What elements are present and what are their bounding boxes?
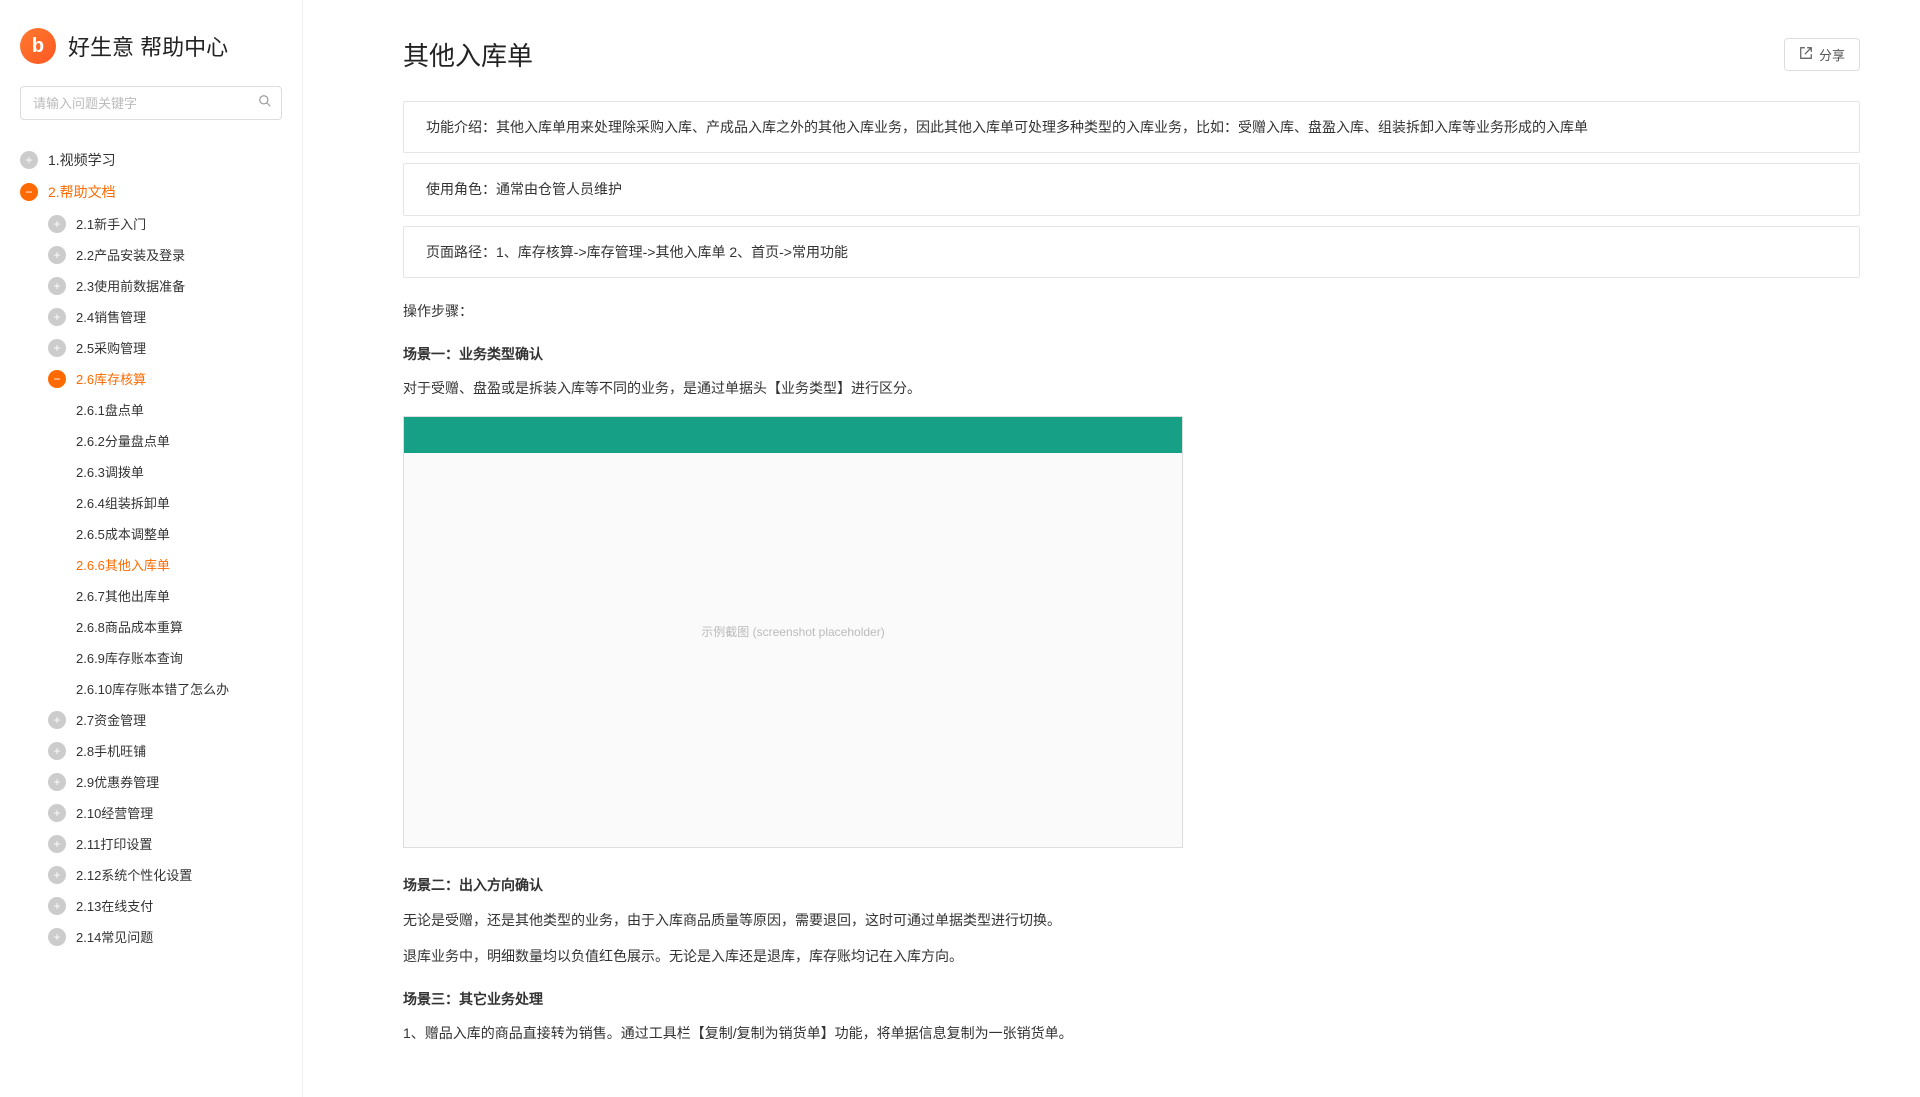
- info-text: 1、库存核算->库存管理->其他入库单 2、首页->常用功能: [496, 244, 848, 260]
- nav-item-269[interactable]: 2.6.9库存账本查询: [76, 642, 282, 673]
- nav-item-214[interactable]: +2.14常见问题: [48, 921, 282, 952]
- share-label: 分享: [1819, 45, 1845, 64]
- scene3-title: 场景三：其它业务处理: [403, 986, 1860, 1013]
- page-title: 其他入库单: [403, 36, 533, 73]
- info-label: 使用角色：: [426, 181, 496, 197]
- nav-item-267[interactable]: 2.6.7其他出库单: [76, 580, 282, 611]
- scene2-title: 场景二：出入方向确认: [403, 872, 1860, 899]
- nav-item-27[interactable]: +2.7资金管理: [48, 704, 282, 735]
- minus-icon: −: [48, 370, 66, 388]
- nav-item-268[interactable]: 2.6.8商品成本重算: [76, 611, 282, 642]
- nav-item-210[interactable]: +2.10经营管理: [48, 797, 282, 828]
- nav-item-video[interactable]: +1.视频学习: [20, 144, 282, 176]
- nav-item-29[interactable]: +2.9优惠券管理: [48, 766, 282, 797]
- nav-item-212[interactable]: +2.12系统个性化设置: [48, 859, 282, 890]
- plus-icon: +: [20, 151, 38, 169]
- nav-item-21[interactable]: +2.1新手入门: [48, 208, 282, 239]
- search-input[interactable]: [20, 86, 282, 120]
- scene1-title: 场景一：业务类型确认: [403, 341, 1860, 368]
- nav-label: 1.视频学习: [48, 150, 116, 170]
- nav-item-265[interactable]: 2.6.5成本调整单: [76, 518, 282, 549]
- nav-item-23[interactable]: +2.3使用前数据准备: [48, 270, 282, 301]
- nav-label: 2.帮助文档: [48, 182, 116, 202]
- nav-item-22[interactable]: +2.2产品安装及登录: [48, 239, 282, 270]
- minus-icon: −: [20, 183, 38, 201]
- nav-item-24[interactable]: +2.4销售管理: [48, 301, 282, 332]
- logo: b 好生意 帮助中心: [20, 28, 282, 64]
- nav-item-213[interactable]: +2.13在线支付: [48, 890, 282, 921]
- info-label: 页面路径：: [426, 244, 496, 260]
- info-text: 其他入库单用来处理除采购入库、产成品入库之外的其他入库业务，因此其他入库单可处理…: [496, 119, 1588, 135]
- info-text: 通常由仓管人员维护: [496, 181, 622, 197]
- nav-item-264[interactable]: 2.6.4组装拆卸单: [76, 487, 282, 518]
- article-body: 操作步骤： 场景一：业务类型确认 对于受赠、盘盈或是拆装入库等不同的业务，是通过…: [403, 298, 1860, 1047]
- share-icon: [1799, 46, 1813, 63]
- info-label: 功能介绍：: [426, 119, 496, 135]
- nav-item-2610[interactable]: 2.6.10库存账本错了怎么办: [76, 673, 282, 704]
- sidebar: b 好生意 帮助中心 +1.视频学习 −2.帮助文档 +2.1新手入门 +2.2…: [0, 0, 303, 1097]
- scene1-text: 对于受赠、盘盈或是拆装入库等不同的业务，是通过单据头【业务类型】进行区分。: [403, 375, 1860, 402]
- nav-tree: +1.视频学习 −2.帮助文档 +2.1新手入门 +2.2产品安装及登录 +2.…: [20, 144, 282, 952]
- scene3-p1: 1、赠品入库的商品直接转为销售。通过工具栏【复制/复制为销货单】功能，将单据信息…: [403, 1020, 1860, 1047]
- nav-item-211[interactable]: +2.11打印设置: [48, 828, 282, 859]
- nav-item-266[interactable]: 2.6.6其他入库单: [76, 549, 282, 580]
- nav-item-26[interactable]: −2.6库存核算: [48, 363, 282, 394]
- share-button[interactable]: 分享: [1784, 38, 1860, 71]
- search-box: [20, 86, 282, 120]
- nav-item-28[interactable]: +2.8手机旺铺: [48, 735, 282, 766]
- nav-item-help-docs[interactable]: −2.帮助文档: [20, 176, 282, 208]
- nav-item-263[interactable]: 2.6.3调拨单: [76, 456, 282, 487]
- logo-text: 好生意 帮助中心: [68, 30, 228, 62]
- search-icon[interactable]: [258, 94, 272, 111]
- logo-icon: b: [20, 28, 56, 64]
- info-box-intro: 功能介绍：其他入库单用来处理除采购入库、产成品入库之外的其他入库业务，因此其他入…: [403, 101, 1860, 153]
- embedded-screenshot: [403, 416, 1183, 848]
- info-box-role: 使用角色：通常由仓管人员维护: [403, 163, 1860, 215]
- main-content: 其他入库单 分享 功能介绍：其他入库单用来处理除采购入库、产成品入库之外的其他入…: [303, 0, 1920, 1097]
- nav-item-261[interactable]: 2.6.1盘点单: [76, 394, 282, 425]
- nav-item-262[interactable]: 2.6.2分量盘点单: [76, 425, 282, 456]
- nav-item-25[interactable]: +2.5采购管理: [48, 332, 282, 363]
- info-box-path: 页面路径：1、库存核算->库存管理->其他入库单 2、首页->常用功能: [403, 226, 1860, 278]
- scene2-p1: 无论是受赠，还是其他类型的业务，由于入库商品质量等原因，需要退回，这时可通过单据…: [403, 907, 1860, 934]
- scene2-p2: 退库业务中，明细数量均以负值红色展示。无论是入库还是退库，库存账均记在入库方向。: [403, 943, 1860, 970]
- steps-heading: 操作步骤：: [403, 298, 1860, 325]
